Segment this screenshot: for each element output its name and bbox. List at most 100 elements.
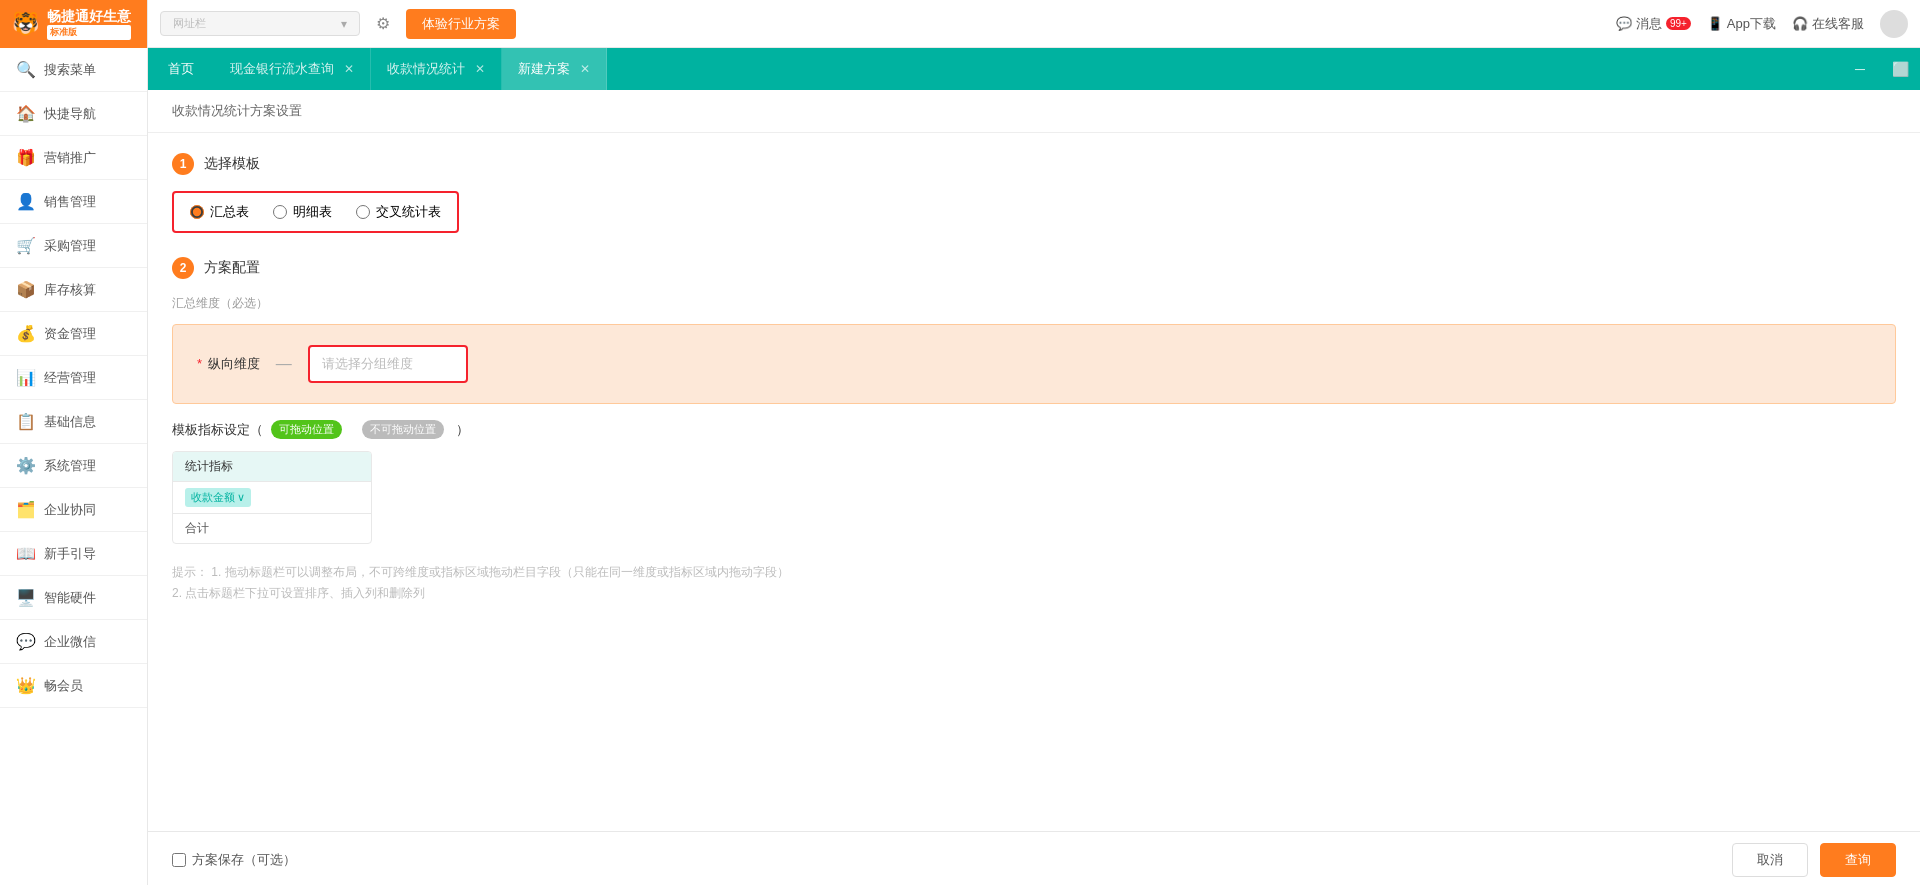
cancel-button[interactable]: 取消	[1732, 843, 1808, 877]
tag-fixed: 不可拖动位置	[362, 420, 444, 439]
radio-detail[interactable]: 明细表	[273, 203, 332, 221]
sidebar-item-inventory[interactable]: 📦 库存核算	[0, 268, 147, 312]
tab-bank-flow[interactable]: 现金银行流水查询 ✕	[214, 48, 371, 90]
statistics-item-2: 合计	[173, 513, 371, 543]
radio-cross[interactable]: 交叉统计表	[356, 203, 441, 221]
step2-number: 2	[172, 257, 194, 279]
sidebar-item-label: 采购管理	[44, 237, 96, 255]
message-badge: 99+	[1666, 17, 1691, 30]
sidebar-item-label: 基础信息	[44, 413, 96, 431]
save-label: 方案保存（可选）	[192, 851, 296, 869]
sidebar-item-system[interactable]: ⚙️ 系统管理	[0, 444, 147, 488]
radio-cross-input[interactable]	[356, 205, 370, 219]
app-download-button[interactable]: 📱 App下载	[1707, 15, 1776, 33]
tab-new-plan[interactable]: 新建方案 ✕	[502, 48, 607, 90]
radio-summary-input[interactable]	[190, 205, 204, 219]
download-label: App下载	[1727, 15, 1776, 33]
sidebar-item-purchase[interactable]: 🛒 采购管理	[0, 224, 147, 268]
sidebar-item-label: 新手引导	[44, 545, 96, 563]
message-icon: 💬	[1616, 16, 1632, 31]
breadcrumb: 收款情况统计方案设置	[148, 90, 1920, 133]
dimension-arrow: —	[276, 355, 292, 373]
system-icon: ⚙️	[16, 456, 36, 475]
sidebar-item-enterprise-wechat[interactable]: 💬 企业微信	[0, 620, 147, 664]
sidebar-item-sales[interactable]: 👤 销售管理	[0, 180, 147, 224]
statistics-item2-label: 合计	[185, 520, 209, 537]
sidebar-item-label: 畅会员	[44, 677, 83, 695]
quick-nav-icon: 🏠	[16, 104, 36, 123]
tab-label: 现金银行流水查询	[230, 60, 334, 78]
dimension-select[interactable]: 请选择分组维度	[308, 345, 468, 383]
stat-tag-label: 收款金额	[191, 490, 235, 505]
sidebar-item-label: 搜索菜单	[44, 61, 96, 79]
message-button[interactable]: 💬 消息 99+	[1616, 15, 1691, 33]
sidebar-item-label: 库存核算	[44, 281, 96, 299]
sidebar-item-label: 快捷导航	[44, 105, 96, 123]
tab-close-icon[interactable]: ✕	[475, 62, 485, 76]
membership-icon: 👑	[16, 676, 36, 695]
url-bar[interactable]: 网址栏 ▾	[160, 11, 360, 36]
step2-header: 2 方案配置	[172, 257, 1896, 279]
tips-area: 提示： 1. 拖动标题栏可以调整布局，不可跨维度或指标区域拖动栏目字段（只能在同…	[172, 564, 1896, 602]
download-icon: 📱	[1707, 16, 1723, 31]
sidebar-item-label: 销售管理	[44, 193, 96, 211]
sidebar-item-marketing[interactable]: 🎁 营销推广	[0, 136, 147, 180]
beginner-icon: 📖	[16, 544, 36, 563]
sidebar-item-label: 资金管理	[44, 325, 96, 343]
radio-summary[interactable]: 汇总表	[190, 203, 249, 221]
statistics-area: 统计指标 收款金额 ∨ 合计	[172, 451, 372, 544]
stat-tag-dropdown[interactable]: 收款金额 ∨	[185, 488, 251, 507]
save-checkbox[interactable]	[172, 853, 186, 867]
sidebar-logo-text: 畅捷通好生意	[47, 8, 131, 25]
save-option[interactable]: 方案保存（可选）	[172, 851, 296, 869]
marketing-icon: 🎁	[16, 148, 36, 167]
stat-dropdown-icon[interactable]: ∨	[237, 491, 245, 504]
tip2: 2. 点击标题栏下拉可设置排序、插入列和删除列	[172, 585, 1896, 602]
sidebar-item-label: 营销推广	[44, 149, 96, 167]
tab-close-icon[interactable]: ✕	[580, 62, 590, 76]
search-menu-icon: 🔍	[16, 60, 36, 79]
maximize-button[interactable]: ⬜	[1880, 48, 1920, 90]
settings-icon[interactable]: ⚙	[372, 10, 394, 37]
tab-home[interactable]: 首页	[148, 48, 214, 90]
indicator-settings-label: 模板指标设定（ 可拖动位置 不可拖动位置 ）	[172, 420, 1896, 439]
sidebar-item-label: 系统管理	[44, 457, 96, 475]
step1-number: 1	[172, 153, 194, 175]
enterprise-wechat-icon: 💬	[16, 632, 36, 651]
tab-label: 收款情况统计	[387, 60, 465, 78]
smart-hardware-icon: 🖥️	[16, 588, 36, 607]
tab-close-icon[interactable]: ✕	[344, 62, 354, 76]
sidebar-item-search-menu[interactable]: 🔍 搜索菜单	[0, 48, 147, 92]
minimize-button[interactable]: ─	[1840, 48, 1880, 90]
sidebar-item-label: 企业微信	[44, 633, 96, 651]
url-text: 网址栏	[173, 16, 206, 31]
avatar[interactable]	[1880, 10, 1908, 38]
tab-receipt-stats[interactable]: 收款情况统计 ✕	[371, 48, 502, 90]
sidebar-item-smart-hardware[interactable]: 🖥️ 智能硬件	[0, 576, 147, 620]
url-dropdown-icon[interactable]: ▾	[341, 17, 347, 31]
sidebar-item-operation[interactable]: 📊 经营管理	[0, 356, 147, 400]
sidebar-item-label: 智能硬件	[44, 589, 96, 607]
query-button[interactable]: 查询	[1820, 843, 1896, 877]
trial-button[interactable]: 体验行业方案	[406, 9, 516, 39]
radio-detail-input[interactable]	[273, 205, 287, 219]
sidebar-item-enterprise-collab[interactable]: 🗂️ 企业协同	[0, 488, 147, 532]
step2-title: 方案配置	[204, 259, 260, 277]
top-header: 网址栏 ▾ ⚙ 体验行业方案 💬 消息 99+ 📱 App下载 🎧 在线客服	[148, 0, 1920, 48]
sidebar-item-membership[interactable]: 👑 畅会员	[0, 664, 147, 708]
message-label: 消息	[1636, 15, 1662, 33]
sidebar-item-finance[interactable]: 💰 资金管理	[0, 312, 147, 356]
sidebar-item-beginner[interactable]: 📖 新手引导	[0, 532, 147, 576]
sales-icon: 👤	[16, 192, 36, 211]
inventory-icon: 📦	[16, 280, 36, 299]
dimension-placeholder: 请选择分组维度	[322, 355, 413, 373]
step2-section: 2 方案配置 汇总维度（必选） * 纵向维度 — 请选择分组维度	[172, 257, 1896, 602]
online-service-button[interactable]: 🎧 在线客服	[1792, 15, 1864, 33]
indicator-settings: 模板指标设定（ 可拖动位置 不可拖动位置 ） 统计指标 收款金额 ∨	[172, 420, 1896, 544]
step1-title: 选择模板	[204, 155, 260, 173]
sidebar-item-quick-nav[interactable]: 🏠 快捷导航	[0, 92, 147, 136]
enterprise-collab-icon: 🗂️	[16, 500, 36, 519]
sidebar-item-label: 企业协同	[44, 501, 96, 519]
nav-right-controls: ─ ⬜	[1840, 48, 1920, 90]
sidebar-item-basic-info[interactable]: 📋 基础信息	[0, 400, 147, 444]
